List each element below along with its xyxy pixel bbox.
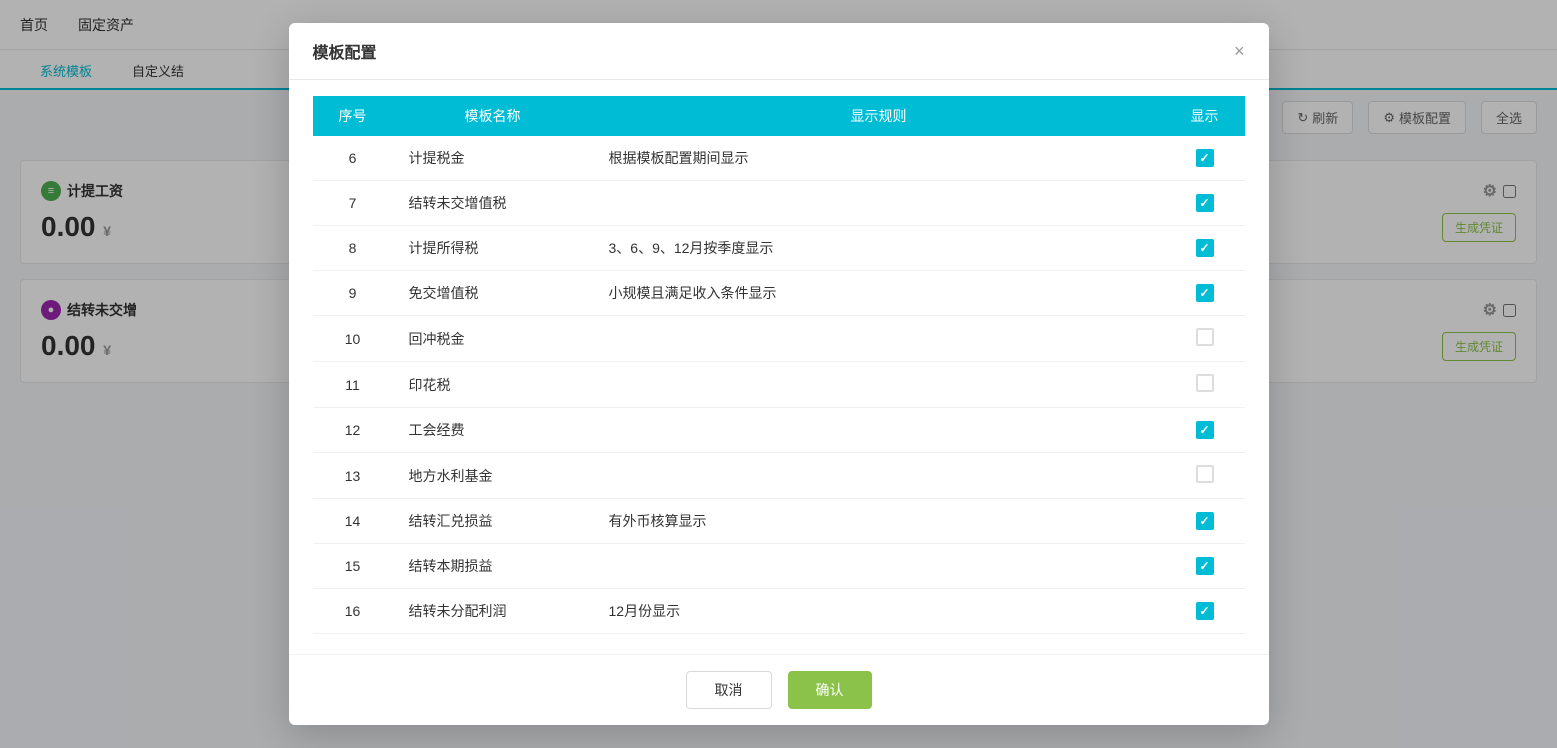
cell-name: 免交增值税	[393, 271, 593, 316]
cell-index: 13	[313, 453, 393, 499]
cell-rule	[593, 453, 1165, 499]
table-row: 13 地方水利基金	[313, 453, 1245, 499]
cell-name: 工会经费	[393, 408, 593, 453]
cancel-button[interactable]: 取消	[686, 671, 772, 709]
cell-name: 结转未交增值税	[393, 181, 593, 226]
table-row: 9 免交增值税 小规模且满足收入条件显示	[313, 271, 1245, 316]
cell-index: 6	[313, 136, 393, 181]
cell-index: 9	[313, 271, 393, 316]
table-row: 8 计提所得税 3、6、9、12月按季度显示	[313, 226, 1245, 271]
config-table: 序号 模板名称 显示规则 显示 6 计提税金 根据模板配置期间显示 7 结转未交…	[313, 96, 1245, 634]
table-row: 6 计提税金 根据模板配置期间显示	[313, 136, 1245, 181]
cell-index: 8	[313, 226, 393, 271]
cell-rule: 3、6、9、12月按季度显示	[593, 226, 1165, 271]
cell-rule: 根据模板配置期间显示	[593, 136, 1165, 181]
row-checkbox-13[interactable]	[1196, 465, 1214, 483]
cell-name: 计提税金	[393, 136, 593, 181]
cell-index: 12	[313, 408, 393, 453]
cell-index: 15	[313, 544, 393, 589]
cell-checkbox[interactable]	[1165, 589, 1245, 634]
cell-checkbox[interactable]	[1165, 181, 1245, 226]
modal-footer: 取消 确认	[289, 654, 1269, 725]
cell-rule: 12月份显示	[593, 589, 1165, 634]
cell-checkbox[interactable]	[1165, 408, 1245, 453]
cell-rule	[593, 316, 1165, 362]
cell-index: 10	[313, 316, 393, 362]
cell-rule	[593, 362, 1165, 408]
cell-checkbox[interactable]	[1165, 136, 1245, 181]
table-body: 6 计提税金 根据模板配置期间显示 7 结转未交增值税 8 计提所得税 3、6、…	[313, 136, 1245, 634]
modal-body[interactable]: 序号 模板名称 显示规则 显示 6 计提税金 根据模板配置期间显示 7 结转未交…	[289, 80, 1269, 654]
row-checkbox-11[interactable]	[1196, 374, 1214, 392]
cell-name: 结转未分配利润	[393, 589, 593, 634]
cell-rule	[593, 181, 1165, 226]
table-row: 14 结转汇兑损益 有外币核算显示	[313, 499, 1245, 544]
col-header-display: 显示	[1165, 96, 1245, 136]
cell-name: 计提所得税	[393, 226, 593, 271]
col-header-index: 序号	[313, 96, 393, 136]
cell-checkbox[interactable]	[1165, 271, 1245, 316]
cell-index: 16	[313, 589, 393, 634]
row-checkbox-10[interactable]	[1196, 328, 1214, 346]
modal-template-config: 模板配置 × 序号 模板名称 显示规则 显示 6 计提税金 根据模板配置期间显示	[289, 23, 1269, 725]
cell-checkbox[interactable]	[1165, 362, 1245, 408]
modal-header: 模板配置 ×	[289, 23, 1269, 80]
modal-overlay: 模板配置 × 序号 模板名称 显示规则 显示 6 计提税金 根据模板配置期间显示	[0, 0, 1557, 748]
cell-name: 回冲税金	[393, 316, 593, 362]
row-checkbox-8[interactable]	[1196, 239, 1214, 257]
cell-checkbox[interactable]	[1165, 544, 1245, 589]
cell-rule	[593, 544, 1165, 589]
cell-index: 7	[313, 181, 393, 226]
row-checkbox-9[interactable]	[1196, 284, 1214, 302]
row-checkbox-7[interactable]	[1196, 194, 1214, 212]
row-checkbox-15[interactable]	[1196, 557, 1214, 575]
table-row: 15 结转本期损益	[313, 544, 1245, 589]
cell-checkbox[interactable]	[1165, 453, 1245, 499]
table-row: 11 印花税	[313, 362, 1245, 408]
row-checkbox-14[interactable]	[1196, 512, 1214, 530]
cell-rule: 有外币核算显示	[593, 499, 1165, 544]
cell-rule	[593, 408, 1165, 453]
row-checkbox-6[interactable]	[1196, 149, 1214, 167]
table-row: 16 结转未分配利润 12月份显示	[313, 589, 1245, 634]
table-row: 10 回冲税金	[313, 316, 1245, 362]
confirm-button[interactable]: 确认	[788, 671, 872, 709]
cell-index: 14	[313, 499, 393, 544]
modal-close-button[interactable]: ×	[1234, 42, 1245, 60]
table-header: 序号 模板名称 显示规则 显示	[313, 96, 1245, 136]
cell-checkbox[interactable]	[1165, 499, 1245, 544]
cell-name: 印花税	[393, 362, 593, 408]
cell-name: 结转本期损益	[393, 544, 593, 589]
cell-checkbox[interactable]	[1165, 316, 1245, 362]
cell-rule: 小规模且满足收入条件显示	[593, 271, 1165, 316]
table-row: 7 结转未交增值税	[313, 181, 1245, 226]
row-checkbox-16[interactable]	[1196, 602, 1214, 620]
row-checkbox-12[interactable]	[1196, 421, 1214, 439]
modal-title: 模板配置	[313, 39, 377, 63]
col-header-name: 模板名称	[393, 96, 593, 136]
cell-checkbox[interactable]	[1165, 226, 1245, 271]
cell-name: 结转汇兑损益	[393, 499, 593, 544]
col-header-rule: 显示规则	[593, 96, 1165, 136]
cell-name: 地方水利基金	[393, 453, 593, 499]
table-row: 12 工会经费	[313, 408, 1245, 453]
cell-index: 11	[313, 362, 393, 408]
